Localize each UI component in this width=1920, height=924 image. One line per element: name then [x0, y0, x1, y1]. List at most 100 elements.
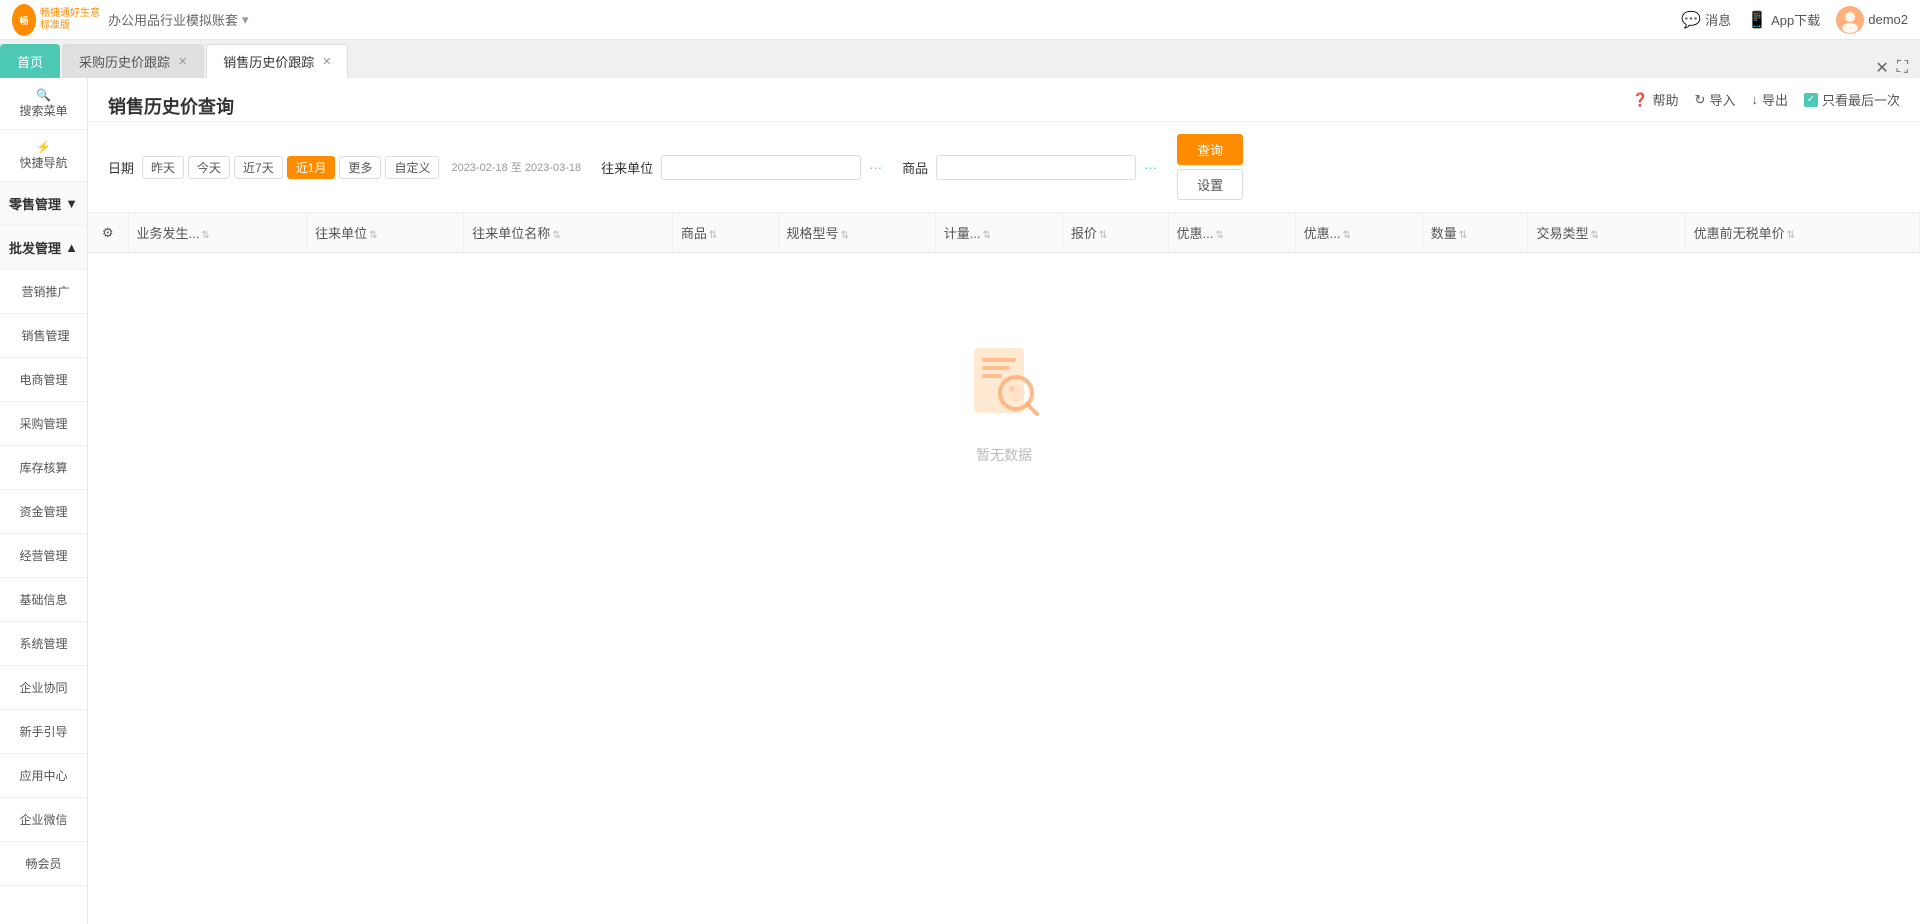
tab-sales-close[interactable]: ✕	[322, 55, 331, 68]
tab-sales[interactable]: 销售历史价跟踪 ✕	[206, 44, 348, 78]
sidebar-item-system[interactable]: 系统管理	[0, 622, 87, 666]
date-btn-last7[interactable]: 近7天	[234, 156, 283, 179]
sidebar-item-enterprise[interactable]: 企业协同	[0, 666, 87, 710]
date-btn-more[interactable]: 更多	[339, 156, 381, 179]
date-btn-last1m[interactable]: 近1月	[287, 156, 336, 179]
chevron-down-icon: ▼	[65, 196, 78, 211]
help-action[interactable]: ❓ 帮助	[1632, 90, 1678, 109]
col-trade-type[interactable]: 交易类型⇅	[1528, 213, 1685, 253]
logo-text: 畅捷通好生意 标准版	[40, 8, 100, 32]
sidebar-item-purchase-mgmt[interactable]: 采购管理	[0, 402, 87, 446]
import-icon: ↻	[1695, 92, 1706, 108]
date-btn-today[interactable]: 今天	[188, 156, 230, 179]
query-button[interactable]: 查询	[1177, 134, 1243, 165]
logo: 畅 畅捷通好生意 标准版	[12, 4, 100, 36]
col-partner-code[interactable]: 往来单位⇅	[307, 213, 464, 253]
avatar	[1836, 6, 1864, 34]
import-action[interactable]: ↻ 导入	[1695, 90, 1736, 109]
tab-home-label: 首页	[17, 52, 43, 71]
partner-input[interactable]	[661, 155, 861, 180]
col-goods[interactable]: 商品⇅	[672, 213, 778, 253]
tab-home[interactable]: 首页	[0, 44, 60, 78]
sidebar-item-operations[interactable]: 经营管理	[0, 534, 87, 578]
user-avatar-action[interactable]: demo2	[1836, 6, 1908, 34]
page-header-actions: ❓ 帮助 ↻ 导入 ↓ 导出 ✓ 只看最后一次	[1632, 90, 1900, 121]
goods-input[interactable]	[936, 155, 1136, 180]
col-qty[interactable]: 数量⇅	[1422, 213, 1528, 253]
sidebar-item-wholesale-mgmt[interactable]: 批发管理 ▲	[0, 226, 87, 270]
col-unit[interactable]: 计量...⇅	[935, 213, 1062, 253]
phone-icon: 📱	[1747, 10, 1767, 30]
checkbox-checked-icon: ✓	[1804, 93, 1818, 107]
help-icon: ❓	[1632, 92, 1648, 108]
sidebar: 🔍 搜索菜单 ⚡ 快捷导航 零售管理 ▼ 批发管理 ▲ 营销推广 销售管理 电商…	[0, 78, 88, 924]
tab-expand-icon[interactable]: ⛶	[1897, 59, 1908, 77]
data-table: ⚙ 业务发生...⇅ 往来单位⇅ 往来单位名称⇅ 商品⇅ 规格型号⇅ 计量...…	[88, 213, 1920, 253]
date-btn-custom[interactable]: 自定义	[385, 156, 439, 179]
content-area: 销售历史价查询 ❓ 帮助 ↻ 导入 ↓ 导出 ✓ 只看最后一次	[88, 78, 1920, 924]
nav-title-area: 办公用品行业模拟账套 ▾	[100, 10, 1681, 29]
tab-purchase[interactable]: 采购历史价跟踪 ✕	[62, 44, 204, 78]
logo-icon: 畅	[12, 4, 36, 36]
tab-bar-right: ✕ ⛶	[1875, 58, 1920, 78]
main-layout: 🔍 搜索菜单 ⚡ 快捷导航 零售管理 ▼ 批发管理 ▲ 营销推广 销售管理 电商…	[0, 78, 1920, 924]
empty-state: 暂无数据	[88, 253, 1920, 545]
top-bar: 畅 畅捷通好生意 标准版 办公用品行业模拟账套 ▾ 💬 消息 📱 App下载	[0, 0, 1920, 40]
col-partner-name[interactable]: 往来单位名称⇅	[464, 213, 673, 253]
nav-title: 办公用品行业模拟账套	[108, 10, 238, 29]
only-latest-checkbox[interactable]: ✓ 只看最后一次	[1804, 90, 1900, 109]
sidebar-item-sales-mgmt[interactable]: 销售管理	[0, 314, 87, 358]
col-biz-date[interactable]: 业务发生...⇅	[128, 213, 307, 253]
svg-text:畅: 畅	[19, 15, 28, 26]
sidebar-item-search-menu[interactable]: 🔍 搜索菜单	[0, 78, 87, 130]
tab-purchase-close[interactable]: ✕	[178, 55, 187, 68]
sidebar-item-member[interactable]: 畅会员	[0, 842, 87, 886]
col-discount2[interactable]: 优惠...⇅	[1295, 213, 1422, 253]
export-action[interactable]: ↓ 导出	[1751, 90, 1788, 109]
col-spec[interactable]: 规格型号⇅	[778, 213, 935, 253]
sidebar-item-marketing[interactable]: 营销推广	[0, 270, 87, 314]
top-actions: 💬 消息 📱 App下载 demo2	[1681, 6, 1908, 34]
filter-bar: 日期 昨天 今天 近7天 近1月 更多 自定义 2023-02-18 至 202…	[88, 122, 1920, 213]
date-buttons: 昨天 今天 近7天 近1月 更多 自定义	[142, 156, 439, 179]
date-btn-yesterday[interactable]: 昨天	[142, 156, 184, 179]
message-icon: 💬	[1681, 10, 1701, 30]
goods-filter-group: 商品 ···	[902, 155, 1157, 180]
col-settings[interactable]: ⚙	[88, 213, 128, 253]
goods-ellipsis[interactable]: ···	[1144, 160, 1157, 175]
partner-label: 往来单位	[601, 158, 653, 177]
sidebar-search-icon: 🔍	[36, 88, 51, 102]
message-action[interactable]: 💬 消息	[1681, 10, 1731, 30]
date-filter-group: 日期 昨天 今天 近7天 近1月 更多 自定义 2023-02-18 至 202…	[108, 156, 581, 179]
sidebar-item-app-center[interactable]: 应用中心	[0, 754, 87, 798]
partner-filter-group: 往来单位 ···	[601, 155, 882, 180]
filter-buttons: 查询 设置	[1177, 134, 1243, 200]
sidebar-item-basic-info[interactable]: 基础信息	[0, 578, 87, 622]
date-range-text: 2023-02-18 至 2023-03-18	[451, 159, 581, 175]
nav-dropdown-icon[interactable]: ▾	[242, 12, 249, 28]
col-discount1[interactable]: 优惠...⇅	[1168, 213, 1295, 253]
user-name: demo2	[1868, 12, 1908, 27]
sidebar-item-retail-mgmt[interactable]: 零售管理 ▼	[0, 182, 87, 226]
goods-label: 商品	[902, 158, 928, 177]
app-download-action[interactable]: 📱 App下载	[1747, 10, 1820, 30]
sidebar-item-ecommerce[interactable]: 电商管理	[0, 358, 87, 402]
sidebar-item-quick-nav[interactable]: ⚡ 快捷导航	[0, 130, 87, 182]
date-label: 日期	[108, 158, 134, 177]
tab-close-all-icon[interactable]: ✕	[1875, 58, 1888, 78]
sidebar-item-inventory[interactable]: 库存核算	[0, 446, 87, 490]
sidebar-item-wechat[interactable]: 企业微信	[0, 798, 87, 842]
chevron-up-icon: ▲	[65, 240, 78, 255]
empty-state-icon	[954, 333, 1054, 433]
col-quote[interactable]: 报价⇅	[1062, 213, 1168, 253]
sidebar-item-finance[interactable]: 资金管理	[0, 490, 87, 534]
sidebar-quicknav-icon: ⚡	[36, 140, 51, 154]
settings-button[interactable]: 设置	[1177, 169, 1243, 200]
partner-ellipsis[interactable]: ···	[869, 160, 882, 175]
page-title: 销售历史价查询	[108, 93, 234, 119]
tab-sales-label: 销售历史价跟踪	[223, 52, 314, 71]
tab-bar: 首页 采购历史价跟踪 ✕ 销售历史价跟踪 ✕ ✕ ⛶	[0, 40, 1920, 78]
col-pretax-price[interactable]: 优惠前无税单价⇅	[1685, 213, 1919, 253]
empty-state-text: 暂无数据	[976, 445, 1032, 465]
sidebar-item-guide[interactable]: 新手引导	[0, 710, 87, 754]
